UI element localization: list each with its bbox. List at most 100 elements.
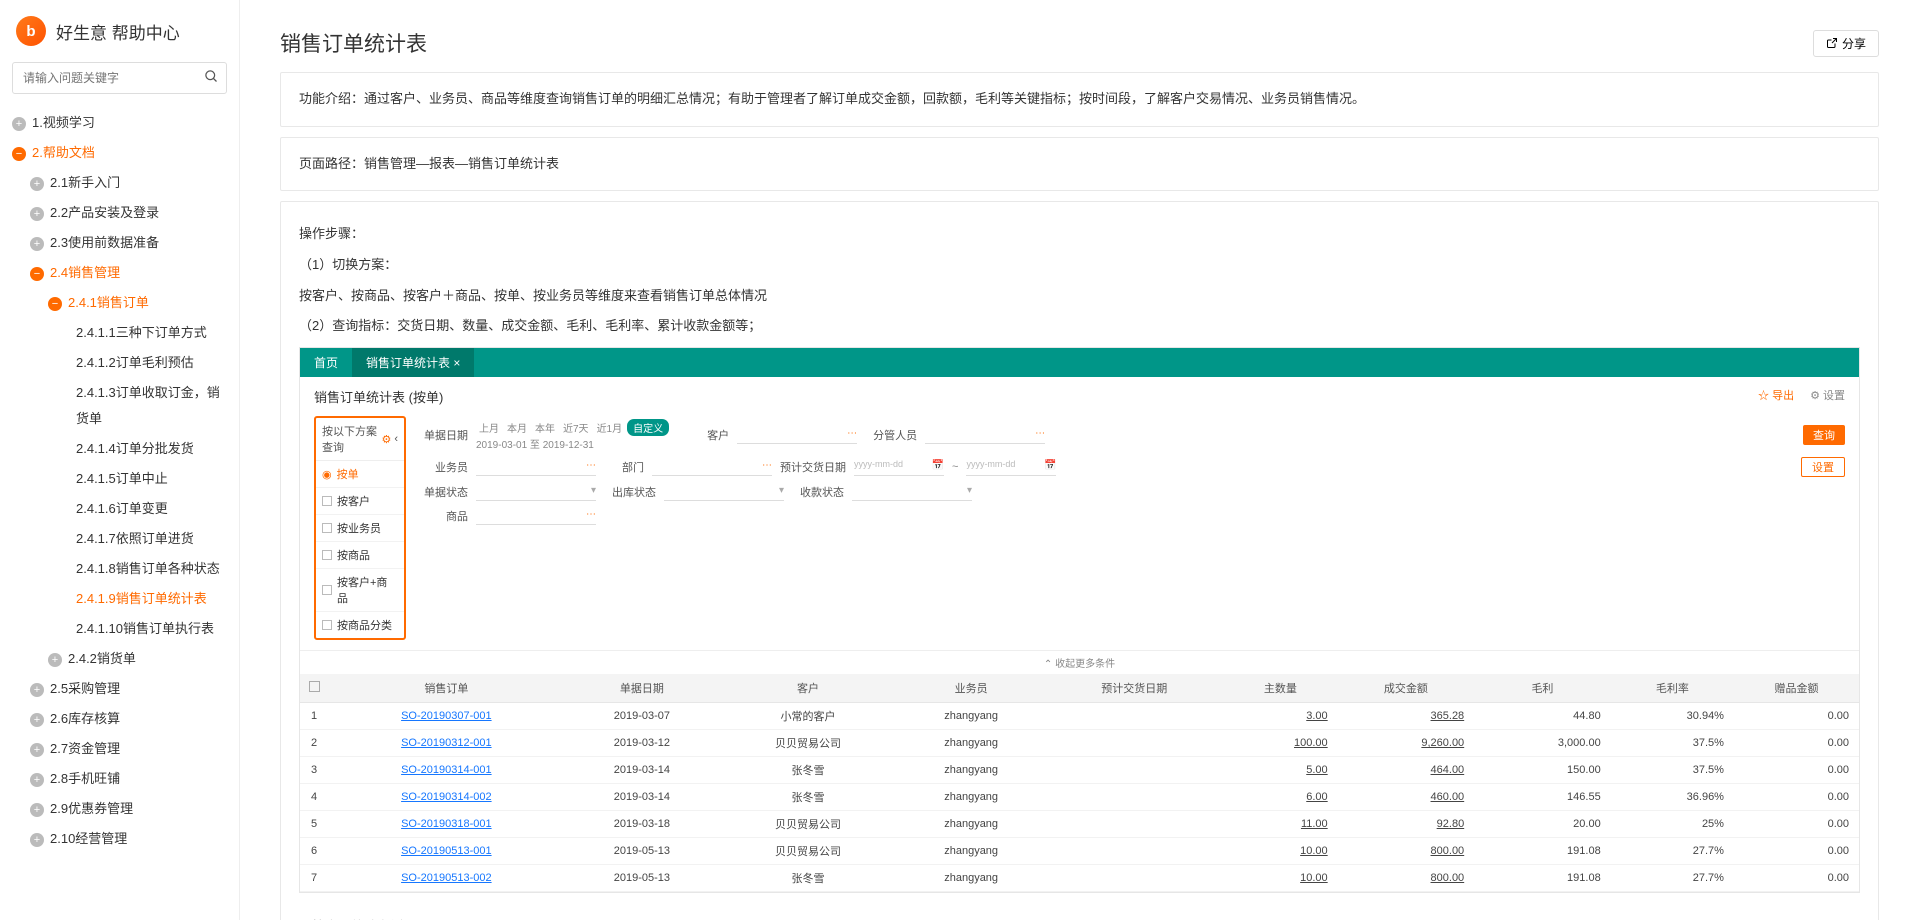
nav-item[interactable]: 2.2产品安装及登录 — [50, 205, 159, 220]
collapse-bar: ⌃ 收起更多条件 — [300, 650, 1859, 674]
steps-label: 操作步骤： — [299, 222, 1860, 247]
filter-label: 预计交货日期 — [780, 459, 846, 475]
nav-item[interactable]: 2.4.1.10销售订单执行表 — [76, 621, 214, 636]
nav-item[interactable]: 2.4销售管理 — [50, 265, 120, 280]
nav-item-current[interactable]: 2.4.1.9销售订单统计表 — [76, 591, 207, 606]
nav-item[interactable]: 2.4.1.2订单毛利预估 — [76, 355, 194, 370]
table-row: 7SO-20190513-0022019-05-13张冬雪zhangyang10… — [300, 865, 1859, 892]
filter-label: 单据日期 — [416, 427, 468, 443]
brand-title: 好生意 帮助中心 — [56, 19, 180, 44]
table-header: 客户 — [719, 674, 897, 703]
filter-label: 收款状态 — [792, 484, 844, 500]
filter-field: yyyy-mm-dd📅 — [966, 458, 1056, 476]
filter-field: ⋯ — [925, 426, 1045, 444]
page-title: 销售订单统计表 — [280, 28, 427, 58]
shot-title: 销售订单统计表 (按单) — [314, 387, 443, 406]
filter-field: ▾ — [476, 483, 596, 501]
filter-field: ⋯ — [476, 458, 596, 476]
filter-field: yyyy-mm-dd📅 — [854, 458, 944, 476]
filter-form: 单据日期 上月 本月 本年 近7天 近1月 自定义 2 — [416, 416, 1845, 640]
table-header — [300, 674, 328, 703]
nav-item[interactable]: 2.10经营管理 — [50, 831, 127, 846]
collapse-icon[interactable]: − — [30, 267, 44, 281]
expand-icon[interactable]: + — [48, 653, 62, 667]
step1-number: （1）切换方案： — [299, 253, 1860, 278]
filter-label: 分管人员 — [865, 427, 917, 443]
expand-icon[interactable]: + — [30, 773, 44, 787]
intro-text: 通过客户、业务员、商品等维度查询销售订单的明细汇总情况；有助于管理者了解订单成交… — [364, 91, 1365, 106]
table-row: 2SO-20190312-0012019-03-12贝贝贸易公司zhangyan… — [300, 730, 1859, 757]
scheme-item: 按商品 — [316, 542, 404, 569]
share-button[interactable]: 分享 — [1813, 30, 1879, 57]
table-row: 4SO-20190314-0022019-03-14张冬雪zhangyang6.… — [300, 784, 1859, 811]
nav-item[interactable]: 1.视频学习 — [32, 115, 95, 130]
table-header: 成交金额 — [1338, 674, 1475, 703]
nav-item[interactable]: 2.4.1.8销售订单各种状态 — [76, 561, 220, 576]
nav-item[interactable]: 2.8手机旺铺 — [50, 771, 120, 786]
filter-label: 商品 — [416, 508, 468, 524]
main-content: 销售订单统计表 分享 功能介绍：通过客户、业务员、商品等维度查询销售订单的明细汇… — [240, 0, 1919, 920]
path-label: 页面路径： — [299, 156, 364, 171]
nav-item[interactable]: 2.6库存核算 — [50, 711, 120, 726]
table-row: 6SO-20190513-0012019-05-13贝贝贸易公司zhangyan… — [300, 838, 1859, 865]
step1-text: 按客户、按商品、按客户＋商品、按单、按业务员等维度来查看销售订单总体情况 — [299, 284, 1860, 309]
filter-label: 单据状态 — [416, 484, 468, 500]
filter-label: 业务员 — [416, 459, 468, 475]
nav-item[interactable]: 2.4.1.5订单中止 — [76, 471, 168, 486]
example-intro: 以按商品统计为例， — [299, 915, 1860, 920]
nav-item[interactable]: 2.1新手入门 — [50, 175, 120, 190]
set-button: 设置 — [1801, 457, 1845, 477]
intro-label: 功能介绍： — [299, 91, 364, 106]
date-pill: 近1月 — [594, 420, 626, 435]
scheme-item: 按客户+商品 — [316, 569, 404, 612]
date-pill: 上月 — [476, 420, 502, 435]
expand-icon[interactable]: + — [30, 743, 44, 757]
gear-icon: ⚙ — [381, 433, 391, 446]
collapse-icon[interactable]: − — [12, 147, 26, 161]
search-icon[interactable] — [204, 69, 219, 88]
share-label: 分享 — [1842, 35, 1866, 52]
nav-item[interactable]: 2.4.1销售订单 — [68, 295, 149, 310]
table-row: 1SO-20190307-0012019-03-07小常的客户zhangyang… — [300, 703, 1859, 730]
search-input[interactable] — [12, 62, 227, 94]
date-pill: 本月 — [504, 420, 530, 435]
filter-field: ⋯ — [737, 426, 857, 444]
step2-text: （2）查询指标：交货日期、数量、成交金额、毛利、毛利率、累计收款金额等； — [299, 314, 1860, 339]
date-pill: 近7天 — [560, 420, 592, 435]
table-header: 毛利率 — [1611, 674, 1734, 703]
setting-action: ⚙ 设置 — [1810, 387, 1845, 406]
expand-icon[interactable]: + — [30, 683, 44, 697]
nav-item[interactable]: 2.4.1.4订单分批发货 — [76, 441, 194, 456]
scheme-item: ◉按单 — [316, 461, 404, 488]
intro-card: 功能介绍：通过客户、业务员、商品等维度查询销售订单的明细汇总情况；有助于管理者了… — [280, 72, 1879, 127]
expand-icon[interactable]: + — [30, 207, 44, 221]
nav-item[interactable]: 2.5采购管理 — [50, 681, 120, 696]
path-card: 页面路径：销售管理—报表—销售订单统计表 — [280, 137, 1879, 192]
table-header: 毛利 — [1474, 674, 1611, 703]
nav-item[interactable]: 2.4.1.3订单收取订金，销货单 — [76, 385, 220, 426]
nav-item[interactable]: 2.4.1.1三种下订单方式 — [76, 325, 207, 340]
expand-icon[interactable]: + — [30, 713, 44, 727]
nav-item[interactable]: 2.9优惠券管理 — [50, 801, 133, 816]
date-range-text: 2019-03-01 至 2019-12-31 — [476, 436, 669, 451]
filter-label: 部门 — [604, 459, 644, 475]
nav-item[interactable]: 2.4.2销货单 — [68, 651, 136, 666]
nav-item[interactable]: 2.4.1.7依照订单进货 — [76, 531, 194, 546]
nav-item[interactable]: 2.帮助文档 — [32, 145, 95, 160]
scheme-selector: 按以下方案查询 ⚙ ‹ ◉按单 按客户 按业务员 按商品 按客户+商品 按商品分… — [314, 416, 406, 640]
scheme-item: 按客户 — [316, 488, 404, 515]
nav-item[interactable]: 2.3使用前数据准备 — [50, 235, 159, 250]
export-action: ☆ 导出 — [1758, 387, 1794, 406]
expand-icon[interactable]: + — [30, 803, 44, 817]
filter-field: ▾ — [852, 483, 972, 501]
expand-icon[interactable]: + — [30, 177, 44, 191]
expand-icon[interactable]: + — [12, 117, 26, 131]
expand-icon[interactable]: + — [30, 833, 44, 847]
shot-tab-home: 首页 — [300, 348, 352, 377]
expand-icon[interactable]: + — [30, 237, 44, 251]
table-row: 3SO-20190314-0012019-03-14张冬雪zhangyang5.… — [300, 757, 1859, 784]
nav-item[interactable]: 2.4.1.6订单变更 — [76, 501, 168, 516]
collapse-icon[interactable]: − — [48, 297, 62, 311]
table-row: 5SO-20190318-0012019-03-18贝贝贸易公司zhangyan… — [300, 811, 1859, 838]
nav-item[interactable]: 2.7资金管理 — [50, 741, 120, 756]
